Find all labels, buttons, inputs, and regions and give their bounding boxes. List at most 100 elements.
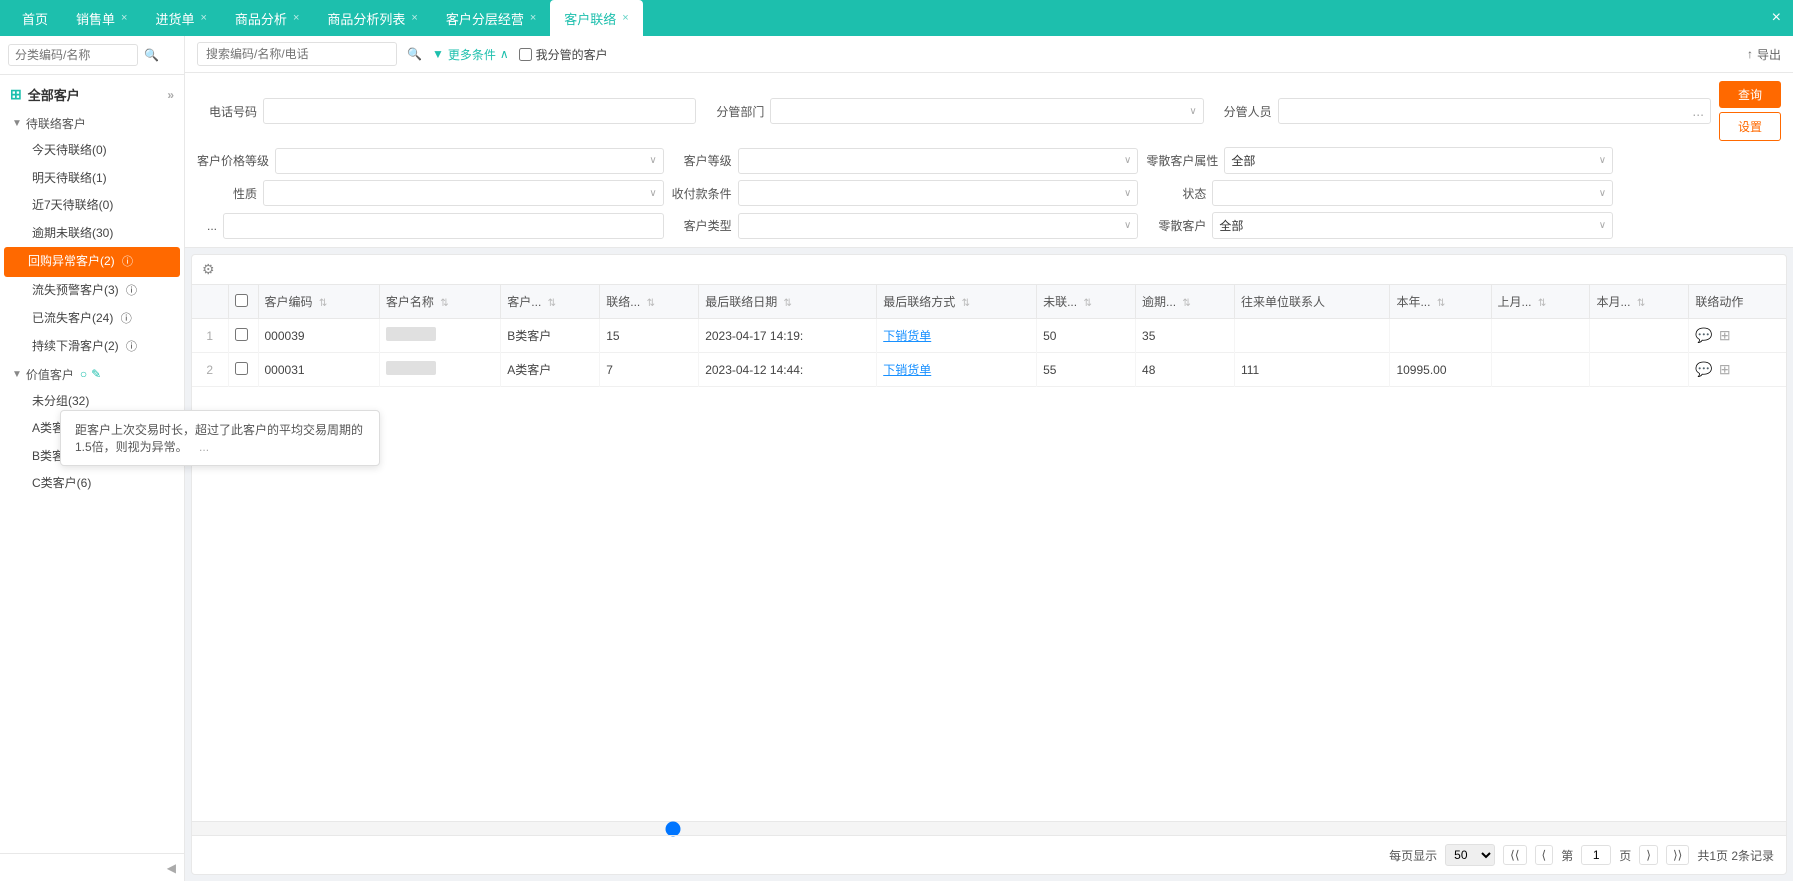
- sort-icon: ⇅: [962, 298, 970, 309]
- col-checkbox: [228, 285, 258, 319]
- main-layout: 🔍 ⊞ 全部客户 » ▼ 待联络客户 今天待联络(0) 明天待联络(1) 近7天…: [0, 36, 1793, 881]
- sort-icon: ⇅: [1437, 298, 1445, 309]
- cell-last-method[interactable]: 下销货单: [877, 353, 1037, 387]
- close-icon[interactable]: ×: [200, 12, 206, 24]
- sidebar-item-lost-preview[interactable]: 流失预警客户(3) ⓘ: [0, 277, 184, 305]
- cell-this-year: 10995.00: [1390, 353, 1491, 387]
- page-number-input[interactable]: [1581, 845, 1611, 865]
- cell-not-contact: 50: [1037, 319, 1136, 353]
- row-checkbox[interactable]: [235, 362, 248, 375]
- close-icon[interactable]: ×: [121, 12, 127, 24]
- sidebar-value-section[interactable]: ▼ 价值客户 ○ ✎: [0, 361, 184, 388]
- value-edit-icon[interactable]: ○: [80, 367, 87, 381]
- cell-checkbox: [228, 319, 258, 353]
- price-level-select[interactable]: ∨: [275, 148, 664, 174]
- table-settings-icon[interactable]: ⚙: [202, 261, 215, 278]
- nav-purchase[interactable]: 进货单 ×: [141, 0, 220, 36]
- filter-status: 状态 ∨: [1146, 180, 1613, 206]
- cell-index: 2: [192, 353, 228, 387]
- sidebar-item-continuous-decline[interactable]: 持续下滑客户(2) ⓘ: [0, 333, 184, 361]
- filter-more: ...: [197, 213, 664, 239]
- table-header-row: 客户编码 ⇅ 客户名称 ⇅ 客户... ⇅: [192, 285, 1786, 319]
- col-overdue: 逾期... ⇅: [1136, 285, 1235, 319]
- col-level: 客户... ⇅: [501, 285, 600, 319]
- sidebar-item-lost[interactable]: 已流失客户(24) ⓘ: [0, 305, 184, 333]
- nav-sales[interactable]: 销售单 ×: [62, 0, 141, 36]
- row-checkbox[interactable]: [235, 328, 248, 341]
- nav-product-analysis[interactable]: 商品分析 ×: [221, 0, 313, 36]
- sidebar-item-today[interactable]: 今天待联络(0): [0, 137, 184, 165]
- tooltip-more-icon: ...: [199, 440, 209, 454]
- more-input[interactable]: [223, 213, 664, 239]
- last-page-btn[interactable]: ⟩⟩: [1666, 845, 1689, 865]
- sidebar-pending-section[interactable]: ▼ 待联络客户: [0, 110, 184, 137]
- settings-button[interactable]: 设置: [1719, 112, 1781, 141]
- window-close-button[interactable]: ×: [1772, 9, 1781, 27]
- sort-icon: ⇅: [1538, 298, 1546, 309]
- search-btn-icon[interactable]: 🔍: [407, 47, 422, 61]
- filter-phone: 电话号码: [197, 98, 696, 124]
- phone-input[interactable]: [263, 98, 696, 124]
- select-all-checkbox[interactable]: [235, 294, 248, 307]
- more-conditions-btn[interactable]: ▼ 更多条件 ∧: [432, 46, 509, 63]
- sidebar-item-7days[interactable]: 近7天待联络(0): [0, 192, 184, 220]
- manager-select[interactable]: ...: [1278, 98, 1711, 124]
- caret-down-icon4: ∨: [1599, 155, 1606, 166]
- grid-icon: ⊞: [10, 86, 22, 103]
- close-icon[interactable]: ×: [411, 12, 417, 24]
- page-size-select[interactable]: 50 100 200: [1445, 844, 1495, 866]
- more-action-icon[interactable]: ⊞: [1719, 327, 1731, 344]
- ellipsis-icon: ...: [1692, 103, 1704, 119]
- chat-icon[interactable]: 💬: [1695, 361, 1712, 378]
- collapse-icon[interactable]: »: [167, 88, 174, 102]
- nav-home[interactable]: 首页: [8, 0, 62, 36]
- prev-page-btn[interactable]: ⟨: [1535, 845, 1554, 865]
- nav-customer-contact[interactable]: 客户联络 ×: [550, 0, 642, 36]
- sidebar-all-customers[interactable]: ⊞ 全部客户 »: [0, 79, 184, 110]
- sidebar-item-class-c[interactable]: C类客户(6): [0, 470, 184, 498]
- col-this-month: 本月... ⇅: [1590, 285, 1689, 319]
- next-page-btn[interactable]: ⟩: [1639, 845, 1658, 865]
- query-button[interactable]: 查询: [1719, 81, 1781, 108]
- retail-attr-select[interactable]: 全部 ∨: [1224, 147, 1613, 174]
- more-action-icon[interactable]: ⊞: [1719, 361, 1731, 378]
- export-btn[interactable]: ↑ 导出: [1747, 46, 1781, 63]
- gender-select[interactable]: ∨: [263, 180, 664, 206]
- sidebar-collapse-btn[interactable]: ◀: [167, 861, 176, 875]
- table-scroll[interactable]: 客户编码 ⇅ 客户名称 ⇅ 客户... ⇅: [192, 285, 1786, 821]
- my-customers-checkbox-label[interactable]: 我分管的客户: [519, 46, 608, 63]
- sidebar-item-tomorrow[interactable]: 明天待联络(1): [0, 165, 184, 193]
- cell-unit-contact: 111: [1234, 353, 1389, 387]
- sort-icon: ⇅: [784, 298, 792, 309]
- filter-bar: 🔍 ▼ 更多条件 ∧ 我分管的客户 ↑ 导出: [185, 36, 1793, 73]
- col-contact-count: 联络... ⇅: [600, 285, 699, 319]
- sidebar-item-repurchase-anomaly[interactable]: 回购异常客户(2) ⓘ: [4, 247, 180, 277]
- value-edit2-icon[interactable]: ✎: [91, 367, 101, 381]
- nav-customer-tier[interactable]: 客户分层经营 ×: [432, 0, 550, 36]
- nav-product-list[interactable]: 商品分析列表 ×: [313, 0, 431, 36]
- close-icon[interactable]: ×: [530, 12, 536, 24]
- my-customers-checkbox[interactable]: [519, 48, 532, 61]
- col-last-date: 最后联络日期 ⇅: [699, 285, 877, 319]
- customer-type-select[interactable]: ∨: [738, 213, 1139, 239]
- col-not-contact: 未联... ⇅: [1037, 285, 1136, 319]
- customer-level-select[interactable]: ∨: [738, 148, 1139, 174]
- close-icon[interactable]: ×: [622, 12, 628, 24]
- sidebar-search-input[interactable]: [8, 44, 138, 66]
- caret-down-icon3: ∨: [1124, 155, 1131, 166]
- sort-icon: ⇅: [440, 298, 448, 309]
- status-select[interactable]: ∨: [1212, 180, 1613, 206]
- sidebar-item-overdue[interactable]: 逾期未联络(30): [0, 220, 184, 248]
- first-page-btn[interactable]: ⟨⟨: [1503, 845, 1526, 865]
- filter-customer-level: 客户等级 ∨: [672, 148, 1139, 174]
- retail-customer-select[interactable]: 全部 ∨: [1212, 212, 1613, 239]
- chat-icon[interactable]: 💬: [1695, 327, 1712, 344]
- close-icon[interactable]: ×: [293, 12, 299, 24]
- search-input[interactable]: [197, 42, 397, 66]
- payment-select[interactable]: ∨: [738, 180, 1139, 206]
- sidebar-search-icon[interactable]: 🔍: [144, 48, 159, 62]
- caret-down-icon6: ∨: [1124, 188, 1131, 199]
- dept-select[interactable]: ∨: [770, 98, 1203, 124]
- cell-last-method[interactable]: 下销货单: [877, 319, 1037, 353]
- horizontal-scrollbar[interactable]: [192, 825, 1786, 833]
